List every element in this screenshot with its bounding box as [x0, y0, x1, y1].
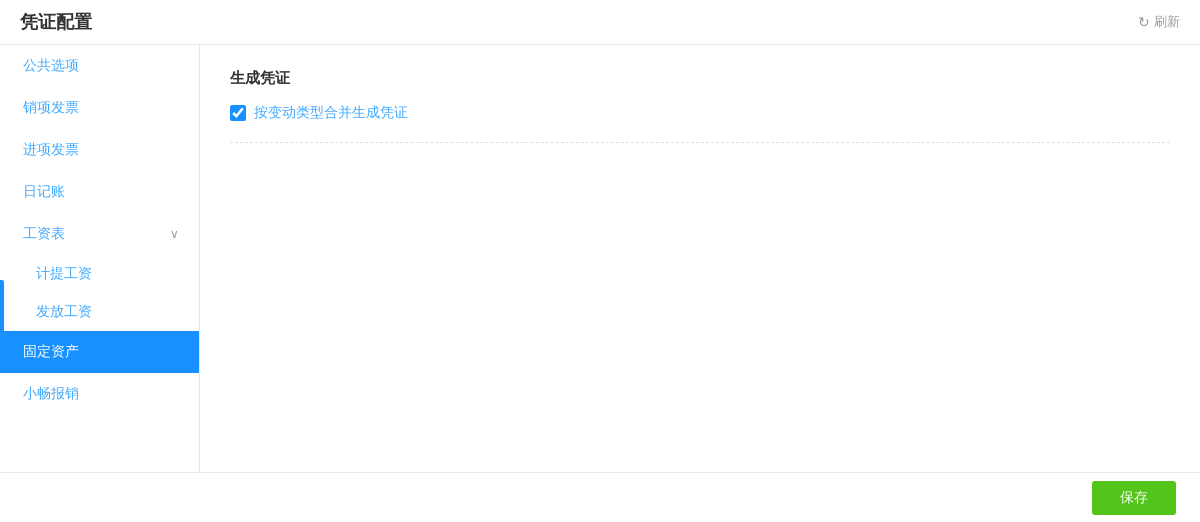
sidebar-label-payroll-pay: 发放工资: [36, 303, 92, 319]
sidebar: 公共选项 销项发票 进项发票 日记账 工资表 ∨ 计提工资 发放工资 固定资产 …: [0, 45, 200, 472]
sidebar-item-public-options[interactable]: 公共选项: [0, 45, 199, 87]
sidebar-item-payroll-calc[interactable]: 计提工资: [0, 255, 199, 293]
sidebar-label-sales-invoice: 销项发票: [23, 99, 79, 117]
section-divider: [230, 142, 1170, 143]
refresh-label: 刷新: [1154, 13, 1180, 31]
content-area: 生成凭证 按变动类型合并生成凭证: [200, 45, 1200, 472]
page-header: 凭证配置 ↻ 刷新: [0, 0, 1200, 45]
sidebar-item-sales-invoice[interactable]: 销项发票: [0, 87, 199, 129]
sidebar-item-payroll[interactable]: 工资表 ∨: [0, 213, 199, 255]
main-layout: 公共选项 销项发票 进项发票 日记账 工资表 ∨ 计提工资 发放工资 固定资产 …: [0, 45, 1200, 472]
sidebar-item-purchase-invoice[interactable]: 进项发票: [0, 129, 199, 171]
sidebar-label-purchase-invoice: 进项发票: [23, 141, 79, 159]
sidebar-item-payroll-pay[interactable]: 发放工资: [0, 293, 199, 331]
save-button[interactable]: 保存: [1092, 481, 1176, 515]
sidebar-label-payroll: 工资表: [23, 225, 65, 243]
sidebar-label-journal: 日记账: [23, 183, 65, 201]
sidebar-item-journal[interactable]: 日记账: [0, 171, 199, 213]
chevron-down-icon: ∨: [170, 227, 179, 241]
sidebar-item-petty-expense[interactable]: 小畅报销: [0, 373, 199, 415]
checkbox-row: 按变动类型合并生成凭证: [230, 104, 1170, 122]
sidebar-label-fixed-assets: 固定资产: [23, 343, 79, 361]
refresh-icon: ↻: [1138, 14, 1150, 30]
refresh-button[interactable]: ↻ 刷新: [1138, 13, 1180, 31]
page-title: 凭证配置: [20, 10, 92, 34]
page-footer: 保存: [0, 472, 1200, 522]
sidebar-label-public-options: 公共选项: [23, 57, 79, 75]
sidebar-item-fixed-assets[interactable]: 固定资产: [0, 331, 199, 373]
sidebar-label-petty-expense: 小畅报销: [23, 385, 79, 403]
left-edge-indicator: [0, 280, 4, 340]
section-title: 生成凭证: [230, 69, 1170, 88]
merge-by-type-checkbox[interactable]: [230, 105, 246, 121]
merge-by-type-label[interactable]: 按变动类型合并生成凭证: [254, 104, 408, 122]
sidebar-label-payroll-calc: 计提工资: [36, 265, 92, 281]
